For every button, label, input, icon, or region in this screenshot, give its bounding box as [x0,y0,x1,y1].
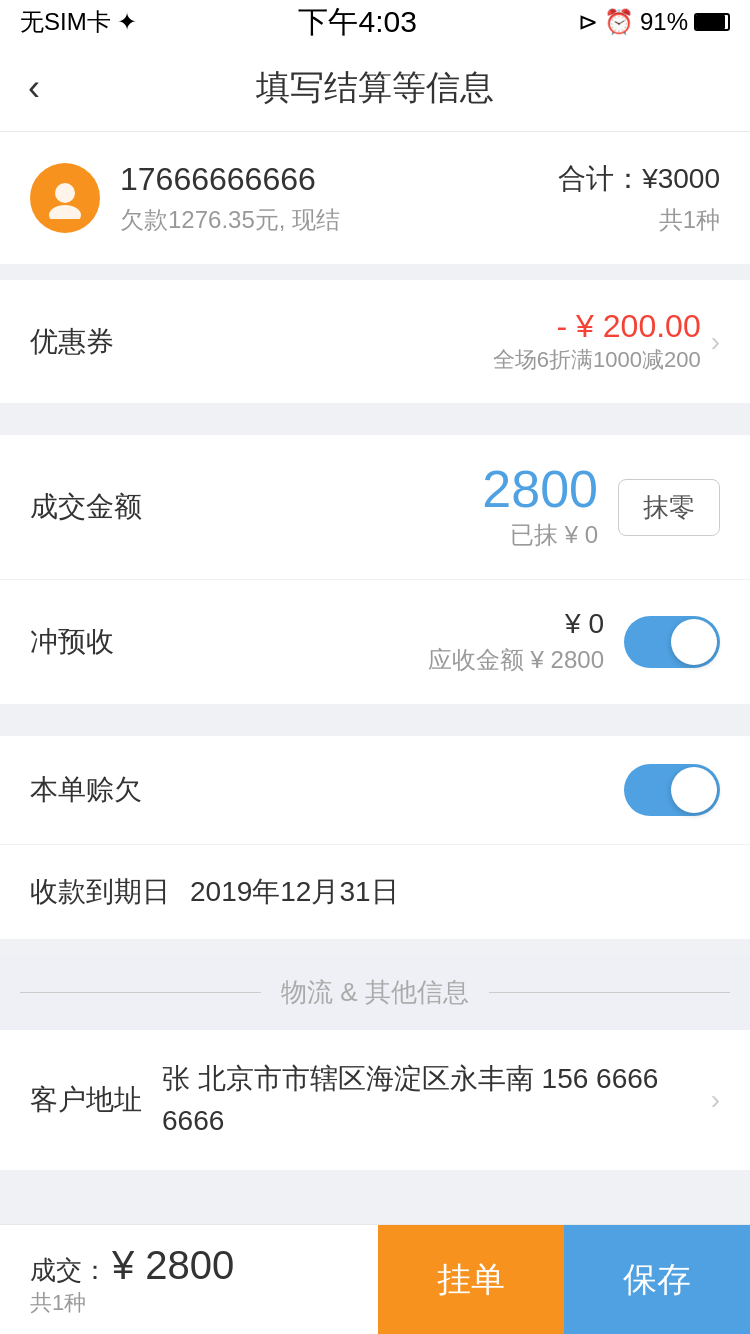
avatar [30,163,100,233]
status-bar: 无SIM卡 ✦ 下午4:03 ⊳ ⏰ 91% [0,0,750,44]
svg-point-0 [55,183,75,203]
address-chevron-icon: › [711,1084,720,1116]
amount-section: 成交金额 2800 已抹 ¥ 0 抹零 冲预收 ¥ 0 应收金额 ¥ 2800 [0,435,750,704]
divider-line-right [489,992,730,993]
customer-card: 17666666666 欠款1276.35元, 现结 合计：¥3000 共1种 [0,132,750,264]
logistics-divider: 物流 & 其他信息 [0,955,750,1030]
footer-info: 成交： ¥ 2800 共1种 [0,1241,378,1318]
sim-label: 无SIM卡 ✦ [20,6,137,38]
credit-toggle[interactable] [624,764,720,816]
total-count: 共1种 [558,204,720,236]
hold-button[interactable]: 挂单 [378,1225,564,1335]
duedate-row: 收款到期日 2019年12月31日 [0,844,750,939]
total-amount: 合计：¥3000 [558,160,720,198]
page-title: 填写结算等信息 [256,65,494,111]
battery-label: 91% [640,8,688,36]
footer-count: 共1种 [30,1288,348,1318]
prepay-amount: ¥ 0 [428,608,604,640]
deal-amount-value: 2800 [482,463,598,515]
footer-deal-label: 成交： [30,1253,108,1288]
prepay-sub: 应收金额 ¥ 2800 [428,644,604,676]
divider-text: 物流 & 其他信息 [281,975,469,1010]
address-label: 客户地址 [30,1081,142,1119]
coupon-right: - ¥ 200.00 全场6折满1000减200 › [493,308,720,375]
svg-point-1 [49,205,81,219]
status-time: 下午4:03 [298,2,416,43]
round-button[interactable]: 抹零 [618,479,720,536]
section-gap-1 [0,419,750,435]
nav-bar: ‹ 填写结算等信息 [0,44,750,132]
credit-label: 本单赊欠 [30,771,142,809]
customer-right: 合计：¥3000 共1种 [558,160,720,236]
prepay-amount-wrap: ¥ 0 应收金额 ¥ 2800 [428,608,604,676]
coupon-amount: - ¥ 200.00 [493,308,701,345]
coupon-desc: 全场6折满1000减200 [493,345,701,375]
footer-amount: ¥ 2800 [112,1243,234,1288]
address-row[interactable]: 客户地址 张 北京市市辖区海淀区永丰南 156 6666 6666 › [0,1030,750,1170]
save-button[interactable]: 保存 [564,1225,750,1335]
bottom-footer: 成交： ¥ 2800 共1种 挂单 保存 [0,1224,750,1334]
address-value: 张 北京市市辖区海淀区永丰南 156 6666 6666 [142,1058,711,1142]
section-gap-2 [0,704,750,720]
credit-toggle-knob [671,767,717,813]
battery-icon [694,13,730,31]
prepay-right: ¥ 0 应收金额 ¥ 2800 [428,608,720,676]
customer-sub: 欠款1276.35元, 现结 [120,204,340,236]
back-button[interactable]: ‹ [28,67,40,109]
customer-phone: 17666666666 [120,161,340,198]
duedate-value: 2019年12月31日 [190,873,399,911]
prepay-label: 冲预收 [30,623,114,661]
coupon-chevron-icon: › [711,326,720,358]
divider-line-left [20,992,261,993]
duedate-label: 收款到期日 [30,873,170,911]
customer-info: 17666666666 欠款1276.35元, 现结 [120,161,340,236]
deal-amount-sub: 已抹 ¥ 0 [482,519,598,551]
avatar-icon [44,177,86,219]
coupon-row[interactable]: 优惠券 - ¥ 200.00 全场6折满1000减200 › [0,280,750,403]
location-icon: ⊳ [578,8,598,36]
deal-amount-right: 2800 已抹 ¥ 0 抹零 [482,463,720,551]
deal-amount-row: 成交金额 2800 已抹 ¥ 0 抹零 [0,435,750,579]
status-right: ⊳ ⏰ 91% [578,8,730,36]
deal-amount-label: 成交金额 [30,488,142,526]
prepay-row: 冲预收 ¥ 0 应收金额 ¥ 2800 [0,579,750,704]
toggle-knob [671,619,717,665]
content-area: 17666666666 欠款1276.35元, 现结 合计：¥3000 共1种 … [0,132,750,1290]
credit-section: 本单赊欠 [0,736,750,844]
alarm-icon: ⏰ [604,8,634,36]
status-left: 无SIM卡 ✦ [20,6,137,38]
prepay-toggle[interactable] [624,616,720,668]
customer-left: 17666666666 欠款1276.35元, 现结 [30,161,340,236]
coupon-label: 优惠券 [30,323,114,361]
